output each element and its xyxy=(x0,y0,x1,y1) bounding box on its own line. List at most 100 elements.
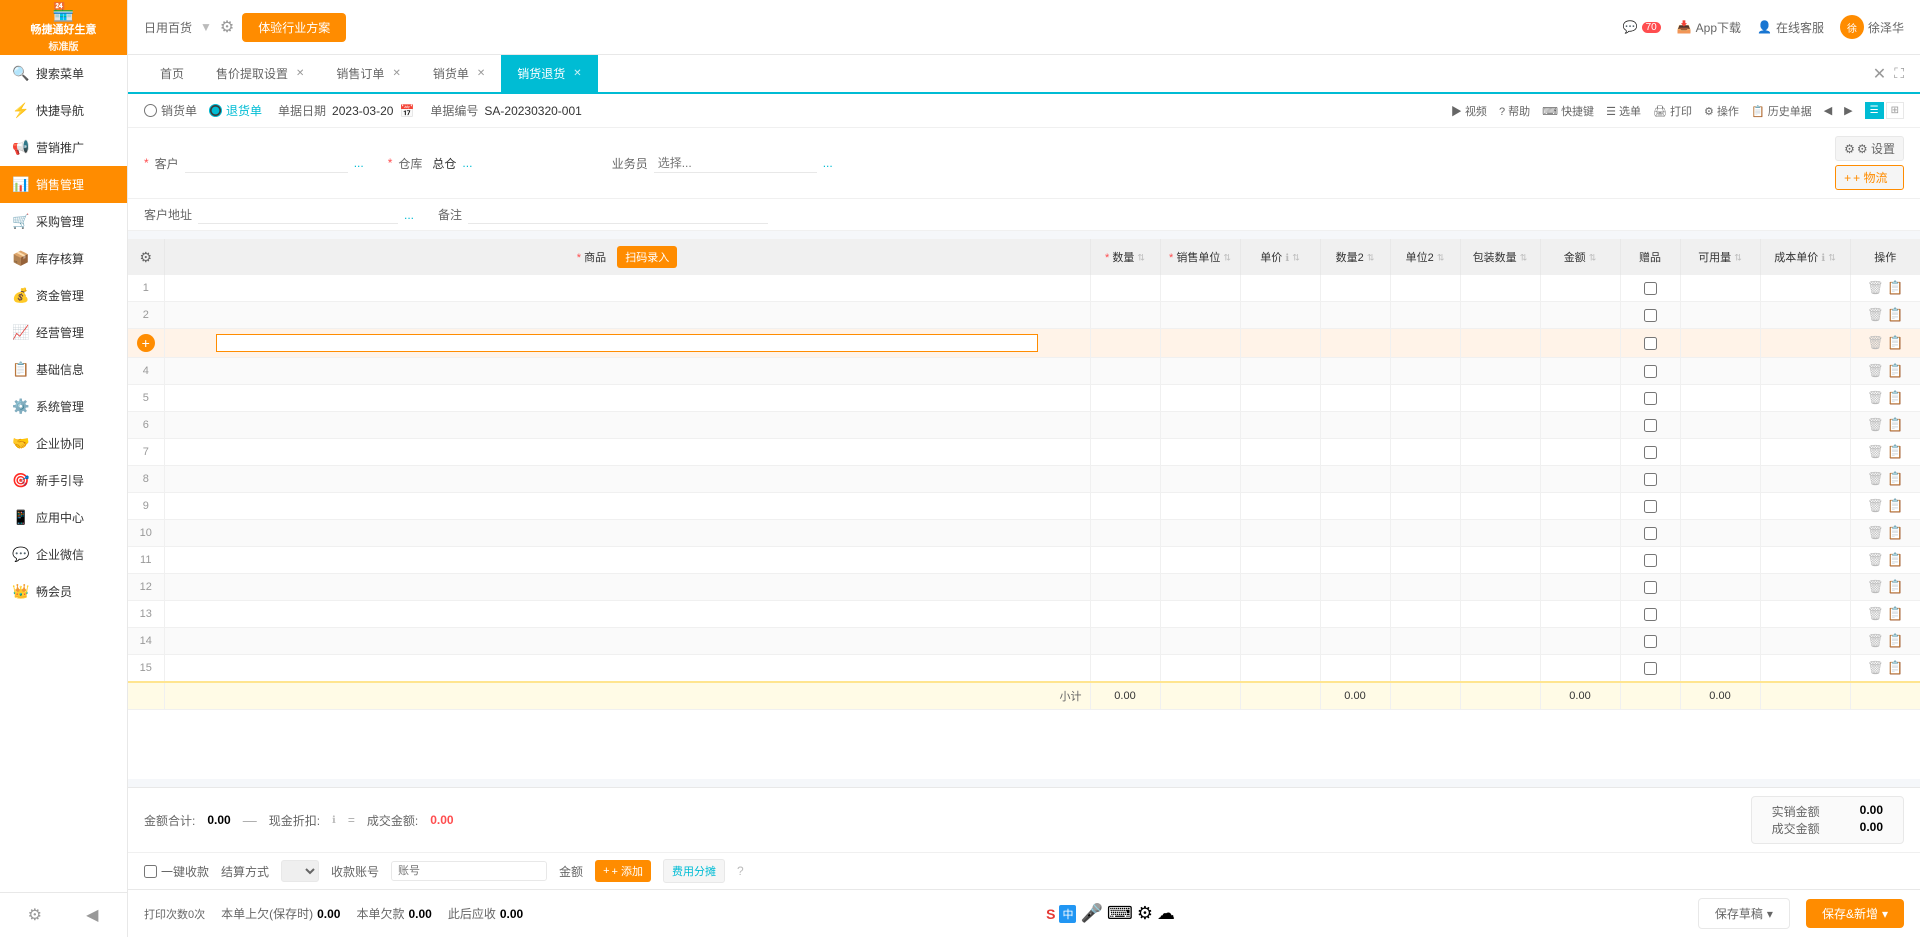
ime-icon-mic[interactable]: 🎤 xyxy=(1080,903,1102,924)
copy-icon-11[interactable]: 📋 xyxy=(1887,552,1903,568)
ime-icon-cloud[interactable]: ☁ xyxy=(1157,903,1175,924)
delete-icon-3[interactable]: 🗑 xyxy=(1867,335,1884,351)
info-icon-amount[interactable]: ℹ xyxy=(332,815,336,826)
nav-next-icon[interactable]: ▶ xyxy=(1844,104,1852,117)
operate-action[interactable]: ⚙ 操作 xyxy=(1704,103,1739,119)
one-click-label[interactable]: 一键收款 xyxy=(144,863,209,880)
experience-btn[interactable]: 体验行业方案 xyxy=(242,13,346,42)
delete-icon-13[interactable]: 🗑 xyxy=(1867,606,1884,622)
print-action[interactable]: 🖨 打印 xyxy=(1653,103,1692,119)
gift-check-10[interactable] xyxy=(1644,527,1657,540)
tab-close-btn[interactable]: ✕ xyxy=(1873,64,1886,84)
tab-expand-btn[interactable]: ⛶ xyxy=(1894,65,1904,82)
sidebar-item-operations[interactable]: 📈 经营管理 xyxy=(0,314,127,351)
copy-icon-10[interactable]: 📋 xyxy=(1887,525,1903,541)
gift-check-2[interactable] xyxy=(1644,309,1657,322)
tab-sales-return-close[interactable]: ✕ xyxy=(573,68,581,79)
salesperson-input[interactable] xyxy=(654,154,817,173)
tab-sales-order-close[interactable]: ✕ xyxy=(392,68,400,79)
gift-check-7[interactable] xyxy=(1644,446,1657,459)
address-input[interactable] xyxy=(198,205,398,224)
add-row-btn[interactable]: + xyxy=(137,334,155,352)
sidebar-collapse-btn[interactable]: ◀ xyxy=(66,901,120,929)
delete-icon-14[interactable]: 🗑 xyxy=(1867,633,1884,649)
amount-sort-icon[interactable]: ⇅ xyxy=(1589,253,1597,263)
copy-icon-7[interactable]: 📋 xyxy=(1887,444,1903,460)
tab-price-settings[interactable]: 售价提取设置 ✕ xyxy=(200,55,320,94)
online-service-btn[interactable]: 👤 在线客服 xyxy=(1757,19,1824,36)
fee-split-btn[interactable]: 费用分摊 xyxy=(663,859,725,883)
price-sort-icon[interactable]: ⇅ xyxy=(1292,253,1300,263)
nav-label[interactable]: 日用百货 xyxy=(144,19,192,36)
payment-method-select[interactable] xyxy=(281,860,319,882)
delete-icon-8[interactable]: 🗑 xyxy=(1867,471,1884,487)
delete-icon-12[interactable]: 🗑 xyxy=(1867,579,1884,595)
copy-icon-1[interactable]: 📋 xyxy=(1887,280,1903,296)
tab-sales-delivery-close[interactable]: ✕ xyxy=(477,68,485,79)
unit2-sort-icon[interactable]: ⇅ xyxy=(1437,253,1445,263)
qty-sort-icon[interactable]: ⇅ xyxy=(1137,253,1145,263)
delete-icon-6[interactable]: 🗑 xyxy=(1867,417,1884,433)
gift-check-12[interactable] xyxy=(1644,581,1657,594)
qty2-sort-icon[interactable]: ⇅ xyxy=(1367,253,1375,263)
product-input-3[interactable] xyxy=(216,334,1038,352)
gift-check-14[interactable] xyxy=(1644,635,1657,648)
sidebar-item-cooperation[interactable]: 🤝 企业协同 xyxy=(0,425,127,462)
delete-icon-9[interactable]: 🗑 xyxy=(1867,498,1884,514)
copy-icon-15[interactable]: 📋 xyxy=(1887,660,1903,676)
sidebar-item-marketing[interactable]: 📢 营销推广 xyxy=(0,129,127,166)
sidebar-item-system[interactable]: ⚙️ 系统管理 xyxy=(0,388,127,425)
gift-check-3[interactable] xyxy=(1644,337,1657,350)
delete-icon-11[interactable]: 🗑 xyxy=(1867,552,1884,568)
delete-icon-7[interactable]: 🗑 xyxy=(1867,444,1884,460)
sidebar-item-shortcuts[interactable]: ⚡ 快捷导航 xyxy=(0,92,127,129)
sidebar-item-wechat[interactable]: 💬 企业微信 xyxy=(0,536,127,573)
copy-icon-13[interactable]: 📋 xyxy=(1887,606,1903,622)
radio-delivery[interactable]: 销货单 xyxy=(144,102,197,119)
gift-check-1[interactable] xyxy=(1644,282,1657,295)
copy-icon-14[interactable]: 📋 xyxy=(1887,633,1903,649)
message-btn[interactable]: 💬 70 xyxy=(1623,20,1661,34)
copy-icon-3[interactable]: 📋 xyxy=(1887,335,1903,351)
account-input[interactable] xyxy=(391,861,547,881)
gift-check-15[interactable] xyxy=(1644,662,1657,675)
gift-check-6[interactable] xyxy=(1644,419,1657,432)
grid-view-btn[interactable]: ☰ xyxy=(1865,102,1884,119)
delete-icon-15[interactable]: 🗑 xyxy=(1867,660,1884,676)
copy-icon-9[interactable]: 📋 xyxy=(1887,498,1903,514)
copy-icon-8[interactable]: 📋 xyxy=(1887,471,1903,487)
one-click-checkbox[interactable] xyxy=(144,865,157,878)
copy-icon-2[interactable]: 📋 xyxy=(1887,307,1903,323)
cost-sort-icon[interactable]: ⇅ xyxy=(1828,253,1836,263)
user-profile-btn[interactable]: 徐 徐泽华 xyxy=(1840,15,1904,39)
gift-check-11[interactable] xyxy=(1644,554,1657,567)
sidebar-item-basic[interactable]: 📋 基础信息 xyxy=(0,351,127,388)
gift-check-9[interactable] xyxy=(1644,500,1657,513)
customer-dots-btn[interactable]: ... xyxy=(354,156,364,170)
price-info-icon[interactable]: ℹ xyxy=(1285,253,1289,264)
tab-sales-order[interactable]: 销售订单 ✕ xyxy=(320,55,416,94)
copy-icon-12[interactable]: 📋 xyxy=(1887,579,1903,595)
delete-icon-4[interactable]: 🗑 xyxy=(1867,363,1884,379)
app-download-btn[interactable]: 📥 App下载 xyxy=(1677,19,1741,36)
help-action[interactable]: ? 帮助 xyxy=(1499,103,1530,119)
topbar-gear-icon[interactable]: ⚙ xyxy=(220,17,234,37)
video-action[interactable]: ▶ 视频 xyxy=(1451,103,1487,119)
scan-btn[interactable]: 扫码录入 xyxy=(617,246,677,268)
save-draft-btn[interactable]: 保存草稿 ▾ xyxy=(1698,898,1790,929)
address-dots-btn[interactable]: ... xyxy=(404,208,414,222)
sidebar-item-sales[interactable]: 📊 销售管理 xyxy=(0,166,127,203)
col-settings-icon[interactable]: ⚙ xyxy=(139,249,152,265)
copy-icon-5[interactable]: 📋 xyxy=(1887,390,1903,406)
copy-icon-6[interactable]: 📋 xyxy=(1887,417,1903,433)
ime-icon-settings[interactable]: ⚙ xyxy=(1137,903,1153,924)
salesperson-dots-btn[interactable]: ... xyxy=(823,156,833,170)
tab-sales-return[interactable]: 销货退货 ✕ xyxy=(501,55,597,94)
ime-icon-keyboard[interactable]: ⌨ xyxy=(1107,903,1133,924)
copy-icon-4[interactable]: 📋 xyxy=(1887,363,1903,379)
delete-icon-10[interactable]: 🗑 xyxy=(1867,525,1884,541)
list-view-btn[interactable]: ⊞ xyxy=(1886,102,1904,119)
nav-prev-icon[interactable]: ◀ xyxy=(1824,104,1832,117)
customer-input[interactable] xyxy=(185,154,348,173)
logistics-btn[interactable]: + + 物流 xyxy=(1835,165,1904,190)
